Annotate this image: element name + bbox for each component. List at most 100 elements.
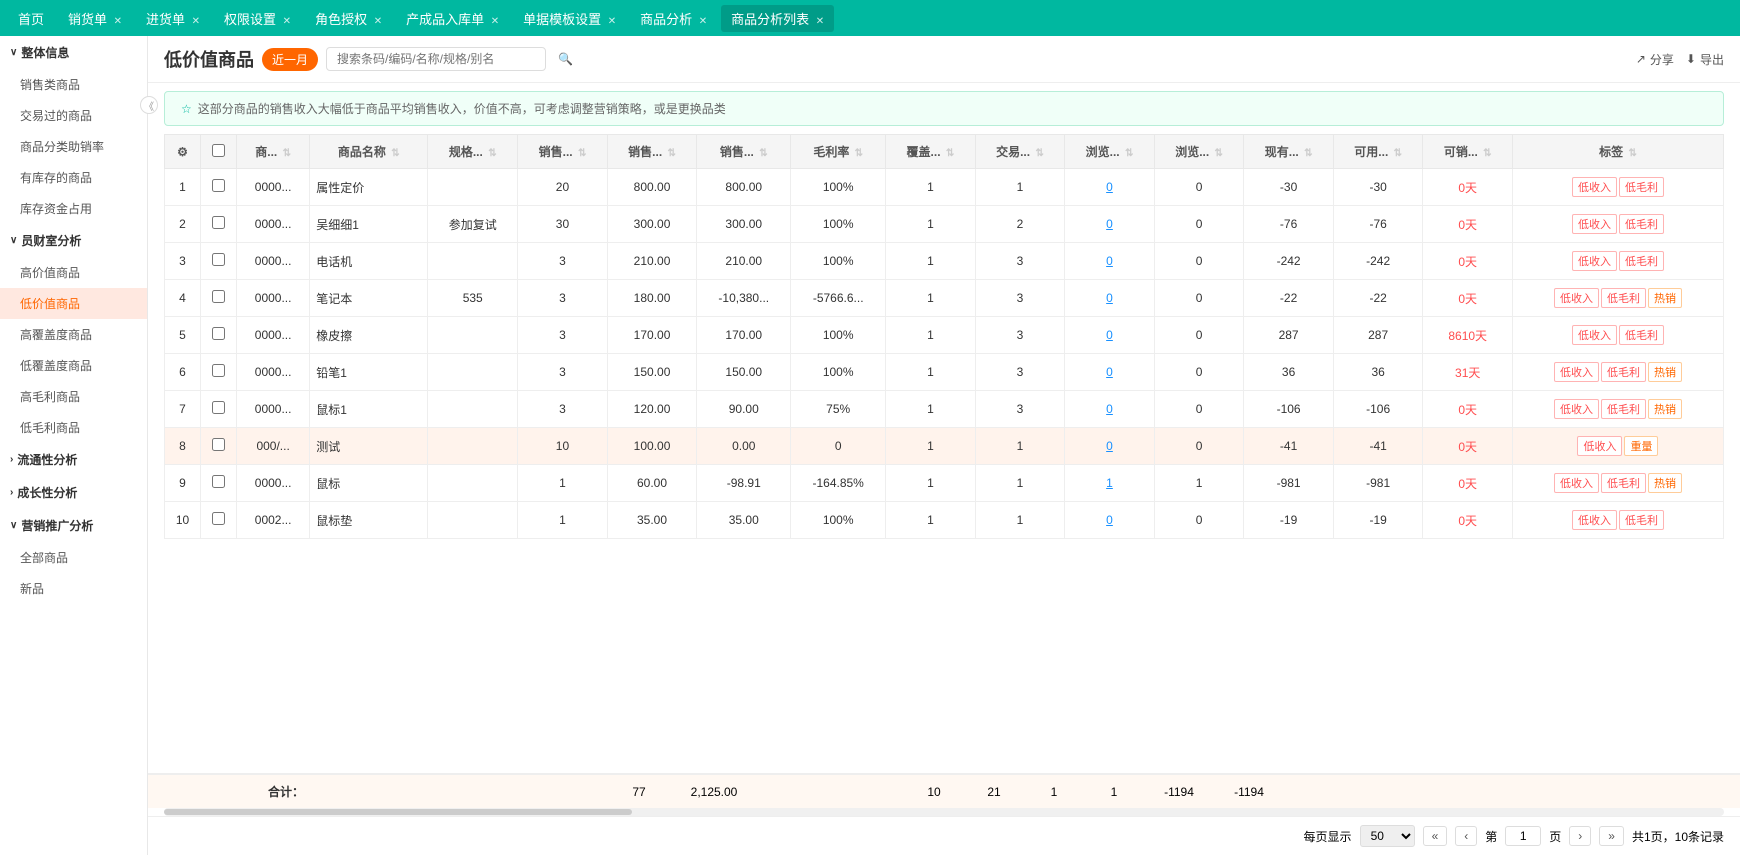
browse-link[interactable]: 0 bbox=[1106, 513, 1113, 527]
browse-link[interactable]: 1 bbox=[1106, 476, 1113, 490]
nav-product-analysis-list[interactable]: 商品分析列表 ✕ bbox=[721, 5, 834, 32]
sort-days-icon[interactable]: ⇅ bbox=[1483, 148, 1491, 159]
nav-roles-close[interactable]: ✕ bbox=[374, 16, 382, 27]
row-browse1[interactable]: 0 bbox=[1065, 354, 1155, 391]
sidebar-item-low-value[interactable]: 低价值商品 bbox=[0, 288, 147, 319]
row-checkbox[interactable] bbox=[212, 216, 225, 229]
sort-tags-icon[interactable]: ⇅ bbox=[1628, 148, 1636, 159]
browse-link[interactable]: 0 bbox=[1106, 328, 1113, 342]
nav-permissions[interactable]: 权限设置 ✕ bbox=[214, 5, 301, 32]
sidebar-section-marketing[interactable]: ∨ 营销推广分析 bbox=[0, 509, 147, 542]
row-checkbox-cell[interactable] bbox=[201, 502, 237, 539]
row-checkbox-cell[interactable] bbox=[201, 428, 237, 465]
sort-s1-icon[interactable]: ⇅ bbox=[578, 148, 586, 159]
select-all-checkbox[interactable] bbox=[212, 144, 225, 157]
row-checkbox-cell[interactable] bbox=[201, 317, 237, 354]
sort-code-icon[interactable]: ⇅ bbox=[283, 148, 291, 159]
nav-purchase[interactable]: 进货单 ✕ bbox=[136, 5, 210, 32]
sidebar-item-high-coverage[interactable]: 高覆盖度商品 bbox=[0, 319, 147, 350]
sidebar-item-low-coverage[interactable]: 低覆盖度商品 bbox=[0, 350, 147, 381]
col-settings[interactable]: ⚙ bbox=[165, 135, 201, 169]
settings-icon[interactable]: ⚙ bbox=[177, 145, 188, 159]
row-checkbox[interactable] bbox=[212, 438, 225, 451]
nav-purchase-close[interactable]: ✕ bbox=[192, 16, 200, 27]
sidebar-item-all-products[interactable]: 全部商品 bbox=[0, 542, 147, 573]
sort-s3-icon[interactable]: ⇅ bbox=[759, 148, 767, 159]
sidebar-item-sales-products[interactable]: 销售类商品 bbox=[0, 69, 147, 100]
sort-margin-icon[interactable]: ⇅ bbox=[855, 148, 863, 159]
sidebar-item-inventory-capital[interactable]: 库存资金占用 bbox=[0, 193, 147, 224]
page-number-input[interactable] bbox=[1505, 826, 1541, 846]
sort-spec-icon[interactable]: ⇅ bbox=[488, 148, 496, 159]
nav-roles[interactable]: 角色授权 ✕ bbox=[305, 5, 392, 32]
sidebar-item-high-value[interactable]: 高价值商品 bbox=[0, 257, 147, 288]
row-checkbox[interactable] bbox=[212, 364, 225, 377]
scrollbar-thumb[interactable] bbox=[164, 809, 632, 815]
sidebar-section-overview[interactable]: ∨ 整体信息 bbox=[0, 36, 147, 69]
nav-product-inbound[interactable]: 产成品入库单 ✕ bbox=[396, 5, 509, 32]
filter-recent-month[interactable]: 近一月 bbox=[262, 48, 318, 71]
prev-page-button[interactable]: ‹ bbox=[1455, 826, 1477, 846]
row-browse1[interactable]: 0 bbox=[1065, 243, 1155, 280]
browse-link[interactable]: 0 bbox=[1106, 291, 1113, 305]
nav-sales-close[interactable]: ✕ bbox=[114, 16, 122, 27]
browse-link[interactable]: 0 bbox=[1106, 217, 1113, 231]
sidebar-section-financial[interactable]: ∨ 员财室分析 bbox=[0, 224, 147, 257]
row-checkbox[interactable] bbox=[212, 401, 225, 414]
sidebar-item-traded-products[interactable]: 交易过的商品 bbox=[0, 100, 147, 131]
last-page-button[interactable]: » bbox=[1599, 826, 1624, 846]
nav-template[interactable]: 单据模板设置 ✕ bbox=[513, 5, 626, 32]
nav-product-analysis-list-close[interactable]: ✕ bbox=[816, 16, 824, 27]
browse-link[interactable]: 0 bbox=[1106, 365, 1113, 379]
sidebar-item-high-margin[interactable]: 高毛利商品 bbox=[0, 381, 147, 412]
next-page-button[interactable]: › bbox=[1569, 826, 1591, 846]
share-button[interactable]: ↗ 分享 bbox=[1636, 51, 1674, 68]
sort-stock1-icon[interactable]: ⇅ bbox=[1304, 148, 1312, 159]
nav-sales[interactable]: 销货单 ✕ bbox=[58, 5, 132, 32]
row-browse1[interactable]: 0 bbox=[1065, 206, 1155, 243]
sort-cov-icon[interactable]: ⇅ bbox=[946, 148, 954, 159]
sidebar-section-liquidity[interactable]: › 流通性分析 bbox=[0, 443, 147, 476]
row-browse1[interactable]: 0 bbox=[1065, 391, 1155, 428]
col-checkbox[interactable] bbox=[201, 135, 237, 169]
nav-product-inbound-close[interactable]: ✕ bbox=[491, 16, 499, 27]
row-browse1[interactable]: 0 bbox=[1065, 280, 1155, 317]
browse-link[interactable]: 0 bbox=[1106, 180, 1113, 194]
sort-name-icon[interactable]: ⇅ bbox=[391, 148, 399, 159]
search-input[interactable] bbox=[326, 47, 546, 71]
row-checkbox-cell[interactable] bbox=[201, 391, 237, 428]
sort-browse1-icon[interactable]: ⇅ bbox=[1125, 148, 1133, 159]
nav-template-close[interactable]: ✕ bbox=[608, 16, 616, 27]
browse-link[interactable]: 0 bbox=[1106, 402, 1113, 416]
sort-s2-icon[interactable]: ⇅ bbox=[668, 148, 676, 159]
row-checkbox-cell[interactable] bbox=[201, 169, 237, 206]
sort-stock2-icon[interactable]: ⇅ bbox=[1394, 148, 1402, 159]
sidebar-item-new-products[interactable]: 新品 bbox=[0, 573, 147, 604]
row-checkbox-cell[interactable] bbox=[201, 465, 237, 502]
row-browse1[interactable]: 0 bbox=[1065, 428, 1155, 465]
row-checkbox[interactable] bbox=[212, 475, 225, 488]
nav-home[interactable]: 首页 bbox=[8, 5, 54, 32]
sidebar-item-category-rate[interactable]: 商品分类助销率 bbox=[0, 131, 147, 162]
row-checkbox[interactable] bbox=[212, 327, 225, 340]
sort-trade-icon[interactable]: ⇅ bbox=[1035, 148, 1043, 159]
nav-product-analysis[interactable]: 商品分析 ✕ bbox=[630, 5, 717, 32]
row-browse1[interactable]: 0 bbox=[1065, 502, 1155, 539]
row-checkbox[interactable] bbox=[212, 290, 225, 303]
row-checkbox[interactable] bbox=[212, 512, 225, 525]
row-checkbox-cell[interactable] bbox=[201, 206, 237, 243]
nav-product-analysis-close[interactable]: ✕ bbox=[699, 16, 707, 27]
nav-permissions-close[interactable]: ✕ bbox=[283, 16, 291, 27]
per-page-select[interactable]: 50 100 200 bbox=[1360, 825, 1415, 847]
sidebar-collapse-button[interactable]: 《 bbox=[140, 96, 158, 114]
sidebar-item-low-margin[interactable]: 低毛利商品 bbox=[0, 412, 147, 443]
horizontal-scrollbar[interactable] bbox=[164, 808, 1724, 816]
row-browse1[interactable]: 0 bbox=[1065, 317, 1155, 354]
row-checkbox[interactable] bbox=[212, 253, 225, 266]
row-checkbox-cell[interactable] bbox=[201, 280, 237, 317]
browse-link[interactable]: 0 bbox=[1106, 439, 1113, 453]
first-page-button[interactable]: « bbox=[1423, 826, 1448, 846]
row-browse1[interactable]: 0 bbox=[1065, 169, 1155, 206]
sidebar-section-growth[interactable]: › 成长性分析 bbox=[0, 476, 147, 509]
row-checkbox-cell[interactable] bbox=[201, 354, 237, 391]
